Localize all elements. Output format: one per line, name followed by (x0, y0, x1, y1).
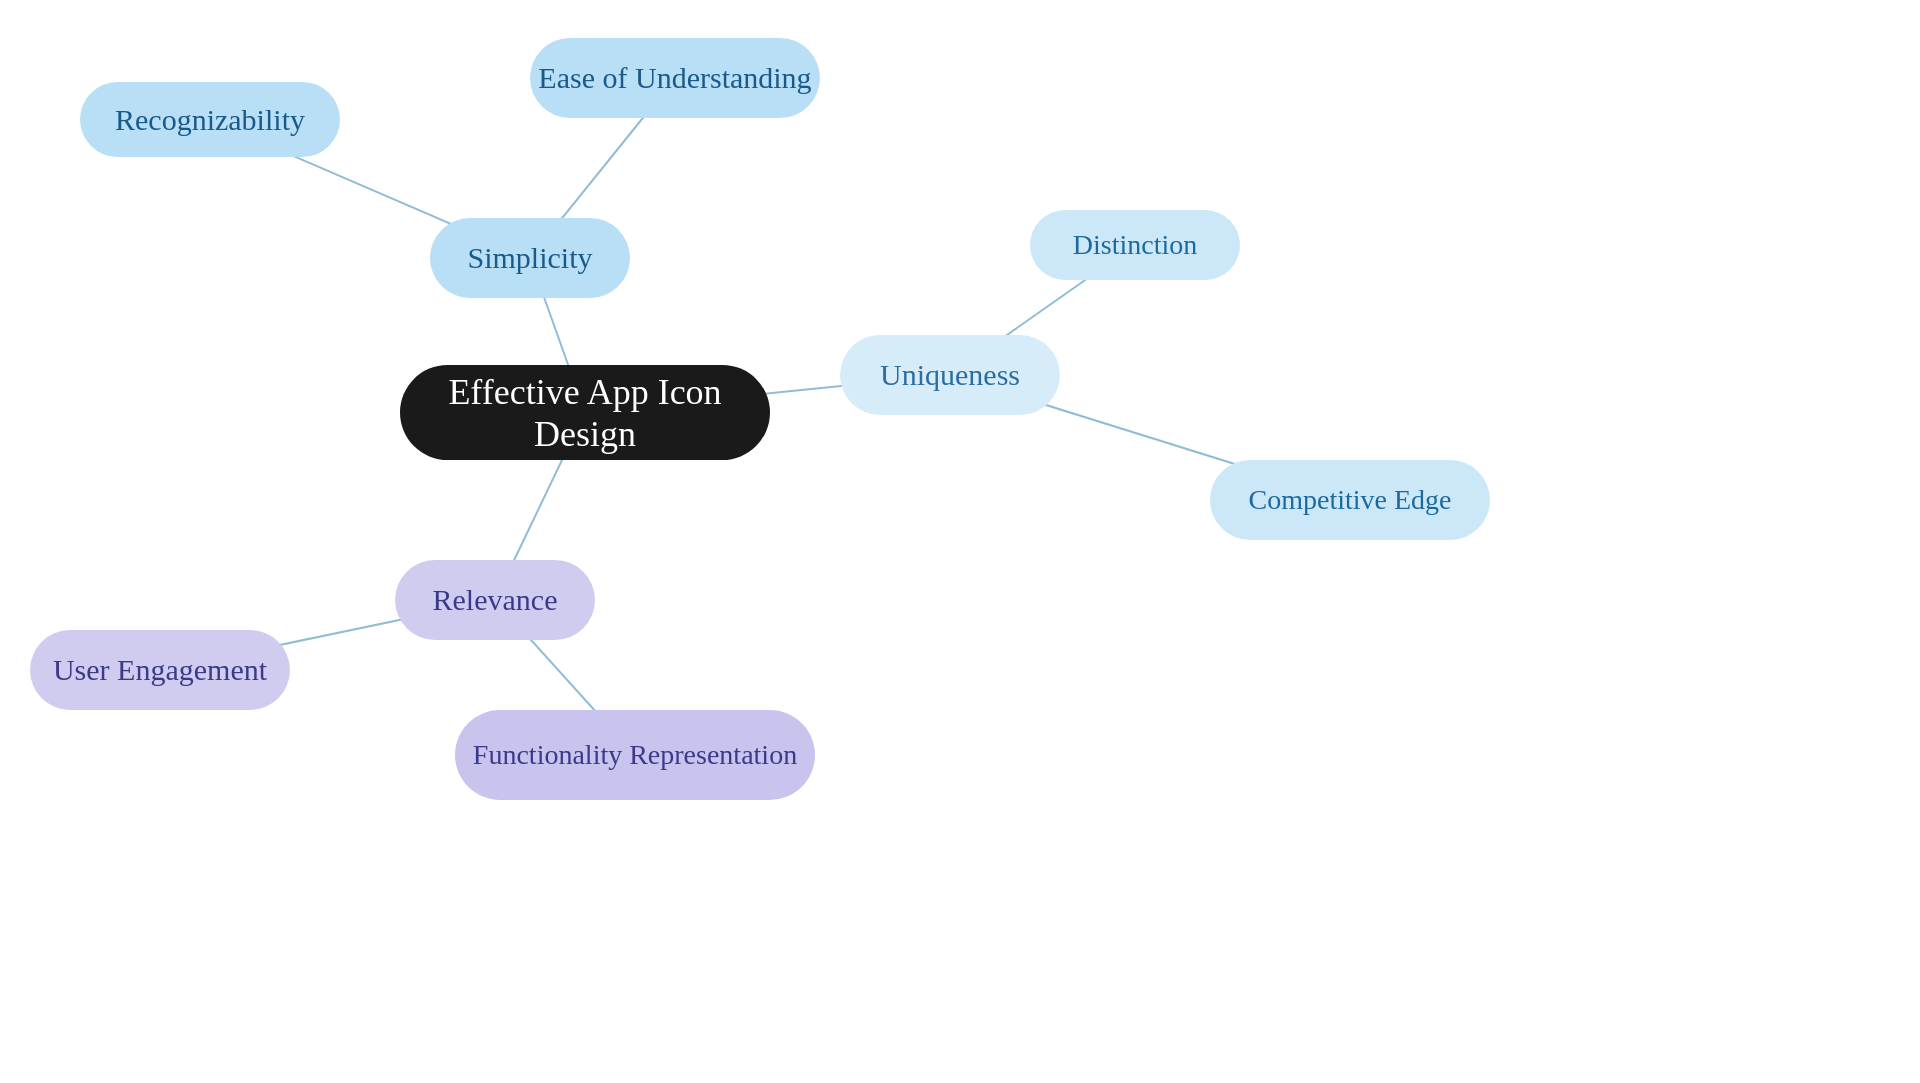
functionality-node-label: Functionality Representation (473, 739, 797, 771)
relevance-node: Relevance (395, 560, 595, 640)
uniqueness-node: Uniqueness (840, 335, 1060, 415)
distinction-node: Distinction (1030, 210, 1240, 280)
ease-node-label: Ease of Understanding (538, 61, 811, 95)
user-engagement-node-label: User Engagement (53, 653, 267, 687)
competitive-node-label: Competitive Edge (1249, 484, 1452, 516)
recognizability-node-label: Recognizability (115, 103, 305, 137)
relevance-node-label: Relevance (433, 583, 558, 617)
ease-node: Ease of Understanding (530, 38, 820, 118)
center-node: Effective App Icon Design (400, 365, 770, 460)
center-node-label: Effective App Icon Design (400, 371, 770, 455)
uniqueness-node-label: Uniqueness (880, 358, 1020, 392)
functionality-node: Functionality Representation (455, 710, 815, 800)
simplicity-node-label: Simplicity (467, 241, 592, 275)
competitive-node: Competitive Edge (1210, 460, 1490, 540)
connections-layer (0, 0, 1920, 1083)
distinction-node-label: Distinction (1073, 229, 1197, 261)
recognizability-node: Recognizability (80, 82, 340, 157)
user-engagement-node: User Engagement (30, 630, 290, 710)
simplicity-node: Simplicity (430, 218, 630, 298)
